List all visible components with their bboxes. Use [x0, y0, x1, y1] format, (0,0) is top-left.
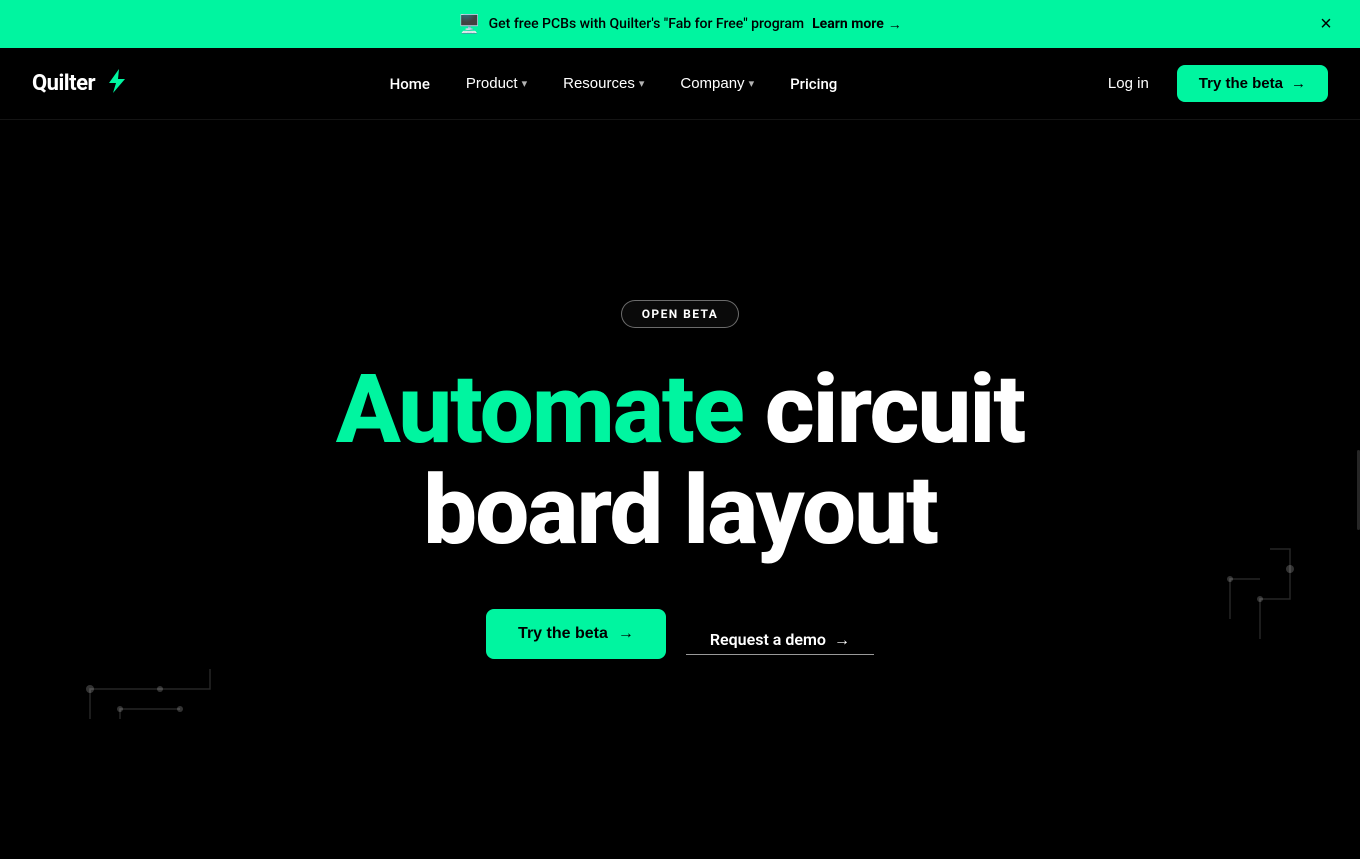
arrow-right-icon: →	[888, 16, 902, 33]
learn-more-link[interactable]: Learn more →	[812, 16, 902, 33]
logo-icon	[103, 67, 131, 101]
nav-home[interactable]: Home	[376, 67, 444, 101]
hero-cta-group: Try the beta → Request a demo →	[486, 609, 874, 659]
close-announcement-button[interactable]: ×	[1312, 10, 1340, 38]
nav-pricing[interactable]: Pricing	[776, 67, 851, 101]
navbar-actions: Log in Try the beta →	[1096, 65, 1328, 102]
try-beta-hero-button[interactable]: Try the beta →	[486, 609, 666, 659]
login-button[interactable]: Log in	[1096, 67, 1161, 100]
pcb-icon: 🖥️	[458, 14, 480, 35]
nav-links: Home Product ▾ Resources ▾ Company ▾ Pri…	[376, 67, 852, 101]
chevron-down-icon: ▾	[522, 77, 528, 90]
hero-section: OPEN BETA Automate circuitboard layout T…	[0, 120, 1360, 859]
circuit-decoration-left	[80, 659, 220, 739]
nav-resources[interactable]: Resources ▾	[549, 67, 658, 100]
chevron-down-icon: ▾	[639, 77, 645, 90]
arrow-right-icon: →	[834, 630, 850, 650]
request-demo-button[interactable]: Request a demo →	[686, 614, 874, 655]
arrow-right-icon: →	[1291, 75, 1306, 92]
navbar: Quilter Home Product ▾ Resources ▾ Compa…	[0, 48, 1360, 120]
headline-automate: Automate	[336, 354, 743, 466]
logo-text: Quilter	[32, 71, 95, 96]
hero-headline: Automate circuitboard layout	[336, 360, 1024, 562]
nav-product[interactable]: Product ▾	[452, 67, 541, 100]
announcement-text: Get free PCBs with Quilter's "Fab for Fr…	[489, 16, 804, 32]
announcement-bar: 🖥️ Get free PCBs with Quilter's "Fab for…	[0, 0, 1360, 48]
try-beta-nav-button[interactable]: Try the beta →	[1177, 65, 1328, 102]
open-beta-badge: OPEN BETA	[621, 300, 740, 328]
arrow-right-icon: →	[618, 625, 634, 643]
nav-company[interactable]: Company ▾	[666, 67, 768, 100]
chevron-down-icon: ▾	[749, 77, 755, 90]
circuit-decoration-right	[1220, 539, 1300, 639]
logo[interactable]: Quilter	[32, 67, 131, 101]
